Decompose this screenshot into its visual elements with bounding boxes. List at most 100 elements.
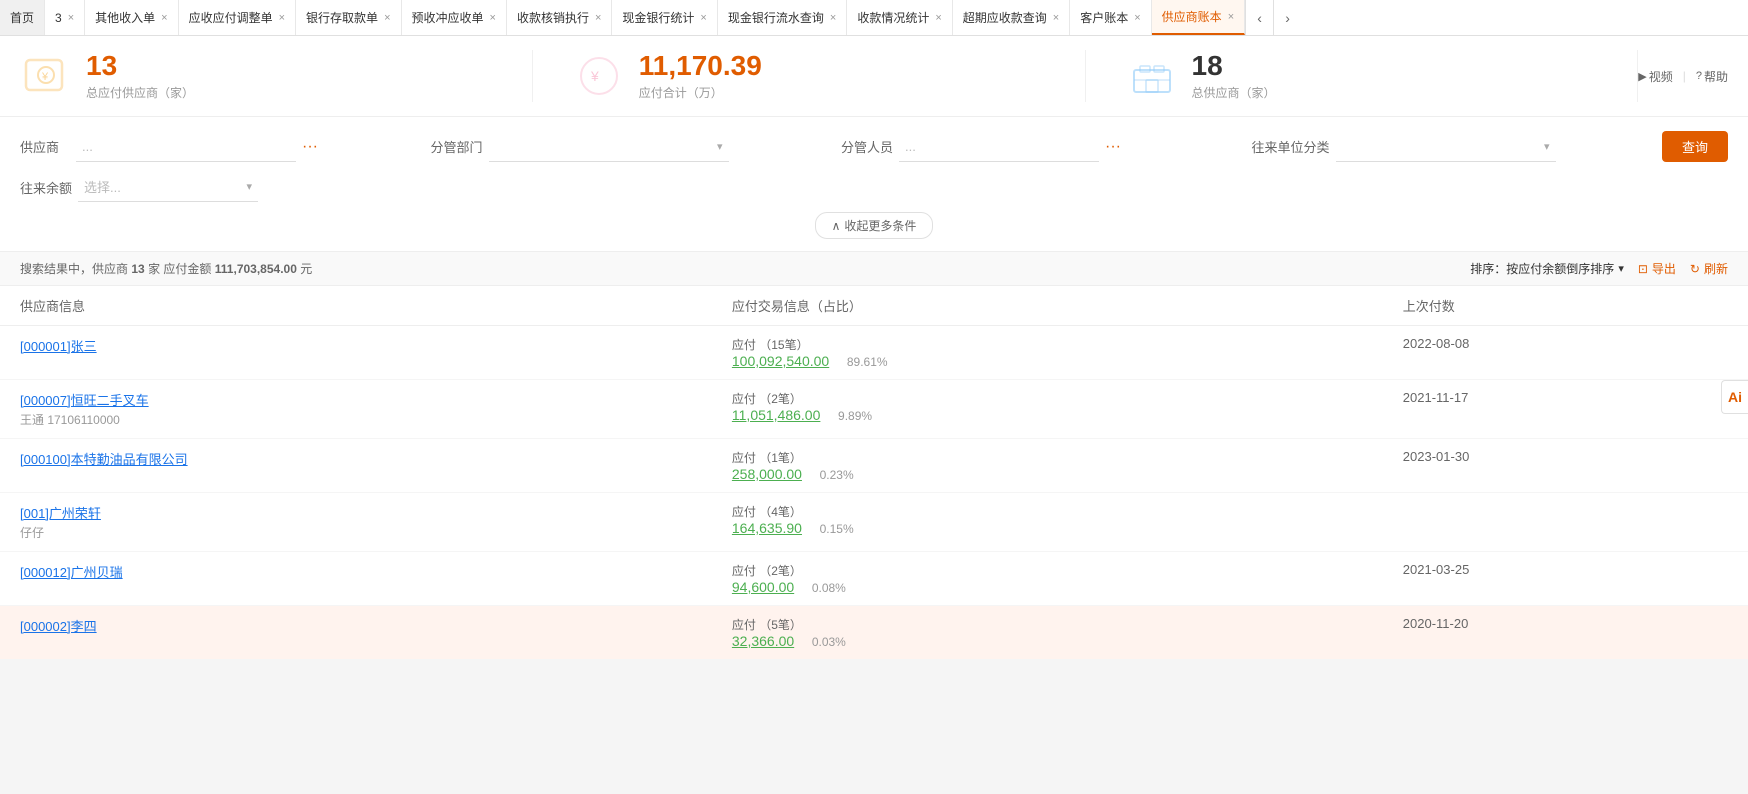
nav-tab-receipt-stats-close[interactable]: × bbox=[935, 12, 941, 24]
top-navigation: 首页 3 × 其他收入单 × 应收应付调整单 × 银行存取款单 × 预收冲应收单… bbox=[0, 0, 1748, 36]
payable-total-value: 11,170.39 bbox=[639, 52, 762, 80]
supplier-link[interactable]: [000001]张三 bbox=[20, 339, 97, 354]
supplier-table: 供应商信息 应付交易信息（占比） 上次付数 [000001]张三 应付 （15笔… bbox=[0, 286, 1748, 660]
supplier-dots-btn[interactable]: ··· bbox=[302, 138, 318, 156]
video-link[interactable]: ▶ 视频 bbox=[1638, 68, 1672, 85]
supplier-label: 供应商 bbox=[20, 137, 70, 156]
export-icon: ⊡ bbox=[1638, 262, 1648, 276]
nav-tab-other-income-close[interactable]: × bbox=[161, 12, 167, 24]
nav-tab-receipt-stats-label: 收款情况统计 bbox=[857, 9, 929, 26]
nav-tab-ar-ap-adjust-close[interactable]: × bbox=[279, 12, 285, 24]
nav-tab-cash-bank-query[interactable]: 现金银行流水查询 × bbox=[718, 0, 847, 35]
nav-tab-overdue-ar[interactable]: 超期应收款查询 × bbox=[953, 0, 1070, 35]
export-label: 导出 bbox=[1652, 260, 1676, 277]
nav-arrow-left[interactable]: ‹ bbox=[1245, 0, 1273, 35]
amount-link[interactable]: 100,092,540.00 bbox=[732, 353, 829, 369]
nav-tab-prepay-ar[interactable]: 预收冲应收单 × bbox=[402, 0, 507, 35]
dept-chevron-icon: ▾ bbox=[717, 140, 723, 153]
amount-prefix: 应付金额 bbox=[163, 262, 211, 276]
nav-tab-bank-deposit[interactable]: 银行存取款单 × bbox=[296, 0, 401, 35]
collapse-label: 收起更多条件 bbox=[844, 217, 916, 234]
trans-cell: 应付 （15笔） 100,092,540.00 89.61% bbox=[712, 326, 1383, 380]
amount-link[interactable]: 32,366.00 bbox=[732, 633, 794, 649]
nav-tab-3[interactable]: 3 × bbox=[45, 0, 85, 35]
total-suppliers-icon bbox=[1126, 50, 1178, 102]
collapse-button[interactable]: ∧ 收起更多条件 bbox=[815, 212, 934, 239]
amount-link[interactable]: 258,000.00 bbox=[732, 466, 802, 482]
trans-cell: 应付 （5笔） 32,366.00 0.03% bbox=[712, 606, 1383, 660]
nav-tab-home[interactable]: 首页 bbox=[0, 0, 45, 35]
nav-tab-prepay-ar-label: 预收冲应收单 bbox=[412, 9, 484, 26]
nav-tab-bank-deposit-close[interactable]: × bbox=[384, 12, 390, 24]
amount-link[interactable]: 94,600.00 bbox=[732, 579, 794, 595]
nav-tab-customer-ledger-close[interactable]: × bbox=[1134, 12, 1140, 24]
nav-tab-cash-bank-stats-close[interactable]: × bbox=[700, 12, 706, 24]
trans-cell: 应付 （1笔） 258,000.00 0.23% bbox=[712, 439, 1383, 493]
nav-tab-3-close[interactable]: × bbox=[68, 12, 74, 24]
supplier-link[interactable]: [000100]本特勤油品有限公司 bbox=[20, 452, 188, 467]
result-middle: 家 bbox=[148, 262, 160, 276]
refresh-label: 刷新 bbox=[1704, 260, 1728, 277]
nav-tab-ar-ap-adjust[interactable]: 应收应付调整单 × bbox=[179, 0, 296, 35]
top-right-links: ▶ 视频 | ? 帮助 bbox=[1638, 68, 1728, 85]
sort-select[interactable]: 排序：按应付余额倒序排序 ▾ bbox=[1470, 260, 1624, 277]
amount-link[interactable]: 164,635.90 bbox=[732, 520, 802, 536]
last-payment-date: 2023-01-30 bbox=[1403, 449, 1470, 464]
nav-tab-supplier-ledger-close[interactable]: × bbox=[1228, 11, 1234, 23]
supplier-cell: [000001]张三 bbox=[0, 326, 712, 380]
supplier-link[interactable]: [001]广州荣轩 bbox=[20, 506, 101, 521]
help-link[interactable]: ? 帮助 bbox=[1696, 68, 1728, 85]
export-button[interactable]: ⊡ 导出 bbox=[1638, 260, 1676, 277]
supplier-cell: [001]广州荣轩 仔仔 bbox=[0, 493, 712, 552]
total-suppliers-label: 总供应商（家） bbox=[1192, 84, 1276, 101]
filter-balance: 往来余额 选择... ▾ bbox=[20, 172, 320, 202]
refresh-button[interactable]: ↻ 刷新 bbox=[1690, 260, 1728, 277]
nav-tab-cash-bank-query-label: 现金银行流水查询 bbox=[728, 9, 824, 26]
dept-select[interactable]: ▾ bbox=[489, 132, 729, 162]
filter-row-1: 供应商 ··· 分管部门 ▾ 分管人员 ··· 往来单位分类 ▾ 查询 bbox=[20, 131, 1728, 162]
nav-arrow-right[interactable]: › bbox=[1273, 0, 1301, 35]
filter-row-2: 往来余额 选择... ▾ bbox=[20, 172, 320, 202]
nav-tab-overdue-ar-close[interactable]: × bbox=[1053, 12, 1059, 24]
trans-label: 应付 （15笔） bbox=[732, 336, 1363, 353]
nav-tab-receipt-stats[interactable]: 收款情况统计 × bbox=[847, 0, 952, 35]
supplier-input[interactable] bbox=[76, 132, 296, 162]
table-header-row: 供应商信息 应付交易信息（占比） 上次付数 bbox=[0, 286, 1748, 326]
supplier-sub: 仔仔 bbox=[20, 524, 692, 541]
nav-tab-cash-bank-stats[interactable]: 现金银行统计 × bbox=[612, 0, 717, 35]
svg-text:¥: ¥ bbox=[590, 68, 599, 84]
supplier-link[interactable]: [000012]广州贝瑞 bbox=[20, 565, 123, 580]
last-payment-cell: 2020-11-20 bbox=[1383, 606, 1748, 660]
unit-class-select[interactable]: ▾ bbox=[1336, 132, 1556, 162]
stat-payable-suppliers-info: 13 总应付供应商（家） bbox=[86, 52, 194, 101]
payable-suppliers-label: 总应付供应商（家） bbox=[86, 84, 194, 101]
result-prefix: 搜索结果中，供应商 bbox=[20, 262, 128, 276]
help-icon: ? bbox=[1696, 70, 1702, 82]
person-input[interactable] bbox=[899, 132, 1099, 162]
nav-tab-other-income[interactable]: 其他收入单 × bbox=[85, 0, 178, 35]
unit-class-chevron-icon: ▾ bbox=[1544, 140, 1550, 153]
nav-tab-receipt-verify[interactable]: 收款核销执行 × bbox=[507, 0, 612, 35]
balance-select[interactable]: 选择... ▾ bbox=[78, 172, 258, 202]
last-payment-date: 2021-03-25 bbox=[1403, 562, 1470, 577]
nav-tab-cash-bank-query-close[interactable]: × bbox=[830, 12, 836, 24]
table-row: [000012]广州贝瑞 应付 （2笔） 94,600.00 0.08% 202… bbox=[0, 552, 1748, 606]
nav-tab-supplier-ledger[interactable]: 供应商账本 × bbox=[1152, 0, 1245, 35]
refresh-icon: ↻ bbox=[1690, 262, 1700, 276]
trans-label: 应付 （4笔） bbox=[732, 503, 1363, 520]
filter-unit-class: 往来单位分类 ▾ bbox=[1252, 132, 1647, 162]
person-dots-btn[interactable]: ··· bbox=[1105, 138, 1121, 156]
result-amount: 111,703,854.00 bbox=[215, 262, 297, 276]
ai-panel[interactable]: Ai bbox=[1721, 380, 1748, 414]
nav-tab-customer-ledger[interactable]: 客户账本 × bbox=[1070, 0, 1151, 35]
filter-person: 分管人员 ··· bbox=[841, 132, 1236, 162]
supplier-link[interactable]: [000007]恒旺二手叉车 bbox=[20, 393, 149, 408]
result-bar-right: 排序：按应付余额倒序排序 ▾ ⊡ 导出 ↻ 刷新 bbox=[1470, 260, 1728, 277]
amount-link[interactable]: 11,051,486.00 bbox=[732, 407, 821, 423]
supplier-link[interactable]: [000002]李四 bbox=[20, 619, 97, 634]
nav-tab-receipt-verify-close[interactable]: × bbox=[595, 12, 601, 24]
search-button[interactable]: 查询 bbox=[1662, 131, 1728, 162]
payable-total-label: 应付合计（万） bbox=[639, 84, 762, 101]
stat-payable-suppliers: ¥ 13 总应付供应商（家） bbox=[20, 50, 533, 102]
nav-tab-prepay-ar-close[interactable]: × bbox=[490, 12, 496, 24]
